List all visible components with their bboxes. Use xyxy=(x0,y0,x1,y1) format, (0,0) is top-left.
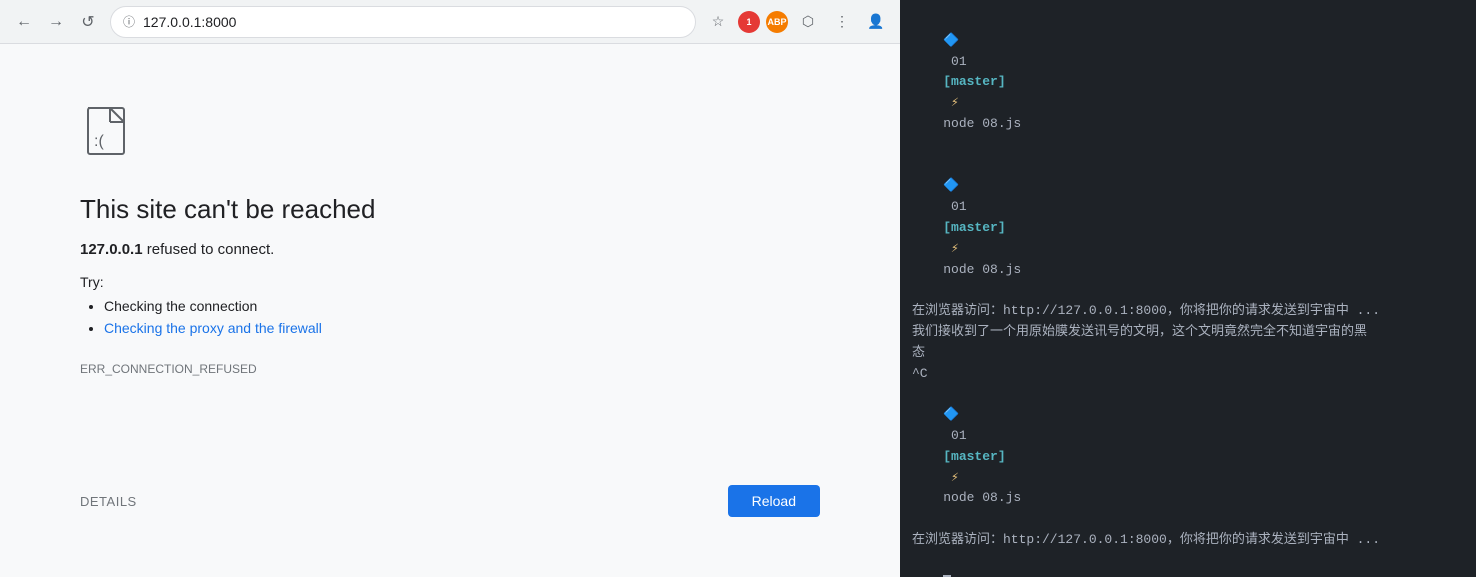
toolbar-right: ☆ 1 ABP ⬡ ⋮ 👤 xyxy=(704,8,890,36)
terminal-line-4: 我们接收到了一个用原始膜发送讯号的文明，这个文明竟然完全不知道宇宙的黑 xyxy=(912,322,1464,343)
svg-text::(: :( xyxy=(94,133,104,150)
star-icon: ☆ xyxy=(712,13,725,30)
puzzle-icon: ⬡ xyxy=(802,13,814,30)
account-button[interactable]: 👤 xyxy=(862,8,890,36)
nav-buttons: ← → ↺ xyxy=(10,8,102,36)
command-1: node 08.js xyxy=(943,116,1021,131)
forward-button[interactable]: → xyxy=(42,8,70,36)
error-page: :( This site can't be reached 127.0.0.1 … xyxy=(0,44,900,577)
browser-toolbar: ← → ↺ ⓘ 127.0.0.1:8000 ☆ 1 ABP ⬡ xyxy=(0,0,900,44)
account-icon: 👤 xyxy=(867,13,884,30)
lightning-1: ⚡ xyxy=(943,95,966,110)
lightning-3: ⚡ xyxy=(943,470,966,485)
terminal-line-6: 🔷 01 [master] ⚡ node 08.js xyxy=(912,384,1464,530)
terminal-line-7: 在浏览器访问：http://127.0.0.1:8000，你将把你的请求发送到宇… xyxy=(912,530,1464,551)
browser-panel: ← → ↺ ⓘ 127.0.0.1:8000 ☆ 1 ABP ⬡ xyxy=(0,0,900,577)
diamond-icon-1: 🔷 xyxy=(943,33,959,48)
extension-badge-red[interactable]: 1 xyxy=(738,11,760,33)
try-list: Checking the connection Checking the pro… xyxy=(80,298,820,342)
error-message: refused to connect. xyxy=(147,241,275,258)
prompt-branch-3: [master] xyxy=(943,449,1005,464)
error-title: This site can't be reached xyxy=(80,194,820,225)
diamond-icon-3: 🔷 xyxy=(943,407,959,422)
bookmark-button[interactable]: ☆ xyxy=(704,8,732,36)
details-button[interactable]: DETAILS xyxy=(80,494,137,509)
extension-label: ABP xyxy=(767,17,786,27)
error-host: 127.0.0.1 xyxy=(80,241,143,258)
terminal-line-5: ^C xyxy=(912,364,1464,385)
proxy-firewall-link[interactable]: Checking the proxy and the firewall xyxy=(104,320,322,336)
extension-badge-abp[interactable]: ABP xyxy=(766,11,788,33)
prompt-num-2: 01 xyxy=(943,199,974,214)
reload-button[interactable]: ↺ xyxy=(74,8,102,36)
error-subtitle: 127.0.0.1 refused to connect. xyxy=(80,241,820,258)
reload-icon: ↺ xyxy=(81,12,94,32)
diamond-icon-2: 🔷 xyxy=(943,178,959,193)
address-bar[interactable]: ⓘ 127.0.0.1:8000 xyxy=(110,6,696,38)
prompt-branch-2: [master] xyxy=(943,220,1005,235)
list-item: Checking the connection xyxy=(104,298,820,314)
more-button[interactable]: ⋮ xyxy=(828,8,856,36)
command-2: node 08.js xyxy=(943,262,1021,277)
terminal-line-4b: 态 xyxy=(912,343,1464,364)
extension-count: 1 xyxy=(746,17,751,27)
error-code: ERR_CONNECTION_REFUSED xyxy=(80,362,820,376)
terminal-line-3: 在浏览器访问：http://127.0.0.1:8000，你将把你的请求发送到宇… xyxy=(912,301,1464,322)
back-icon: ← xyxy=(16,13,32,31)
terminal-panel: 🔷 01 [master] ⚡ node 08.js 🔷 01 [master]… xyxy=(900,0,1476,577)
address-text: 127.0.0.1:8000 xyxy=(143,14,236,30)
terminal-line-2: 🔷 01 [master] ⚡ node 08.js xyxy=(912,156,1464,302)
back-button[interactable]: ← xyxy=(10,8,38,36)
extensions-button[interactable]: ⬡ xyxy=(794,8,822,36)
list-item: Checking the proxy and the firewall xyxy=(104,320,820,336)
menu-icon: ⋮ xyxy=(835,13,849,30)
error-buttons: DETAILS Reload xyxy=(80,485,820,517)
try-label: Try: xyxy=(80,274,820,290)
terminal-cursor-line xyxy=(912,551,1464,577)
error-icon: :( xyxy=(80,104,140,164)
suggestion-1: Checking the connection xyxy=(104,298,257,314)
lightning-2: ⚡ xyxy=(943,241,966,256)
info-icon: ⓘ xyxy=(123,13,135,30)
prompt-branch-1: [master] xyxy=(943,74,1005,89)
forward-icon: → xyxy=(48,13,64,31)
command-3: node 08.js xyxy=(943,490,1021,505)
terminal-line-1: 🔷 01 [master] ⚡ node 08.js xyxy=(912,10,1464,156)
prompt-num-3: 01 xyxy=(943,428,974,443)
reload-page-button[interactable]: Reload xyxy=(728,485,820,517)
prompt-num-1: 01 xyxy=(943,54,974,69)
